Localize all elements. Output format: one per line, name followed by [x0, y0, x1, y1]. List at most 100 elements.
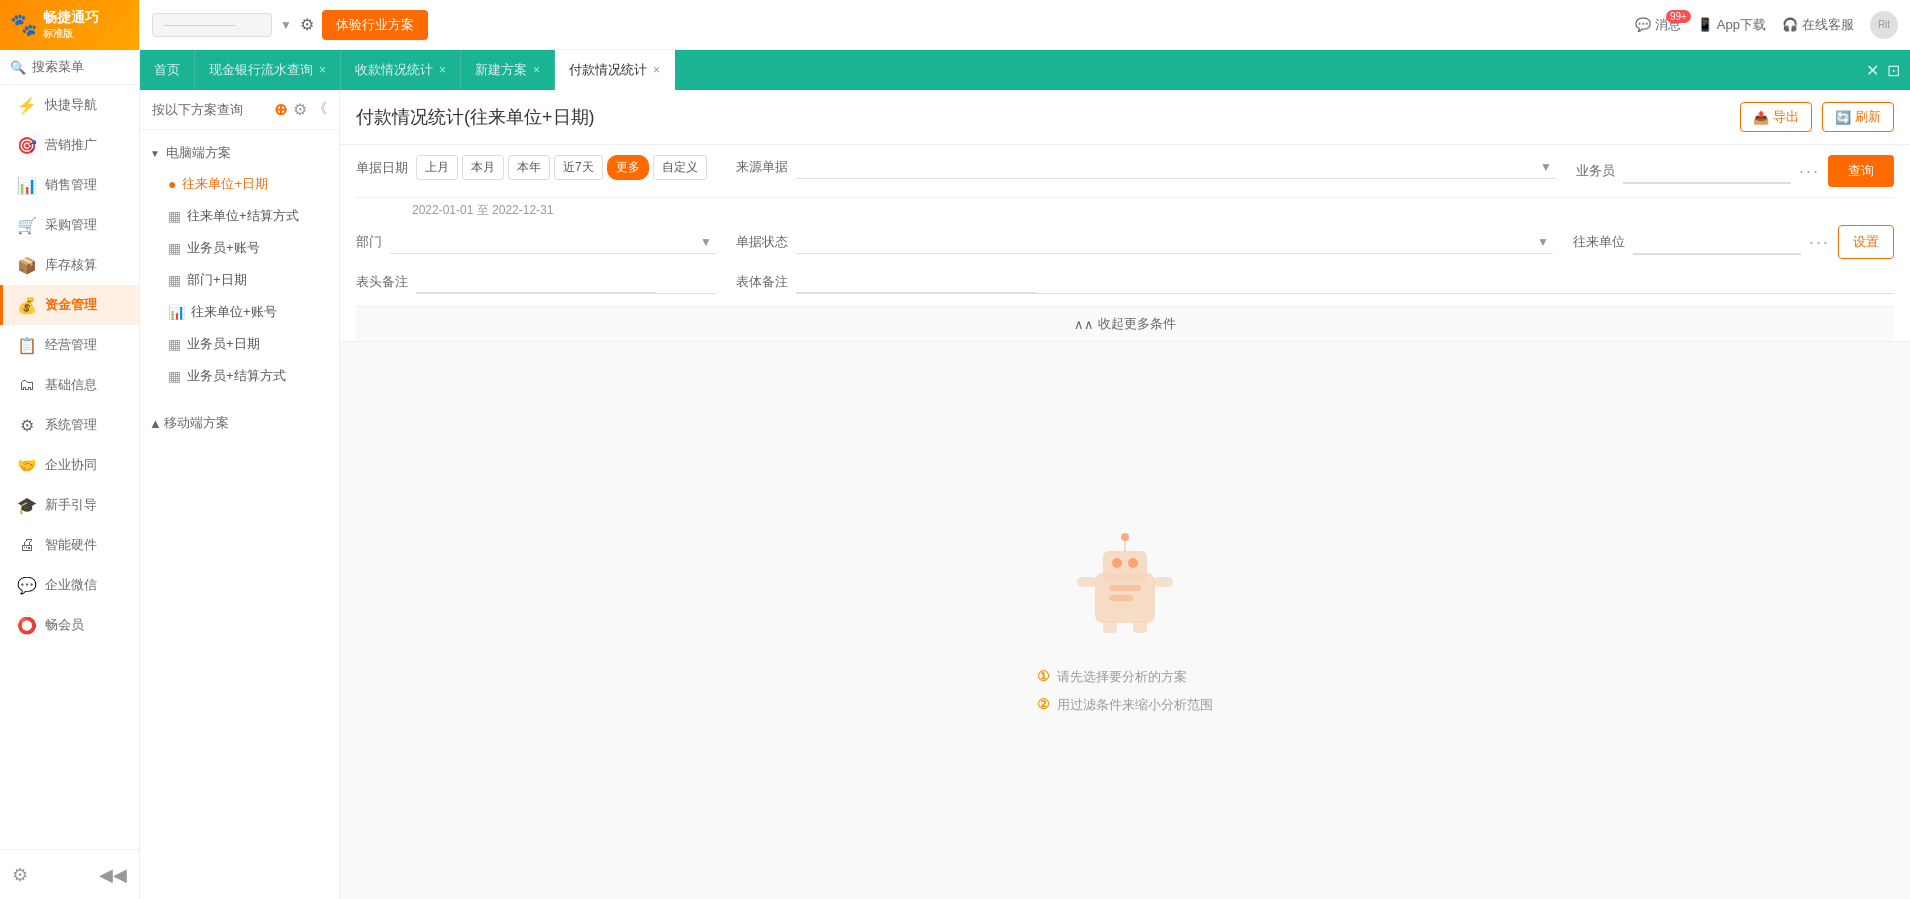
- tab-new-plan[interactable]: 新建方案 ×: [461, 50, 555, 90]
- export-label: 导出: [1773, 108, 1799, 126]
- app-name: 畅捷通巧: [43, 9, 99, 27]
- sidebar-label: 基础信息: [45, 376, 97, 394]
- step2-num: ②: [1037, 696, 1050, 712]
- expand-icon[interactable]: ⊡: [1887, 61, 1900, 80]
- plan-item-unit-date[interactable]: ● 往来单位+日期: [140, 168, 339, 200]
- robot-svg: [1065, 523, 1185, 643]
- panel-section-desktop-title[interactable]: ▼ 电脑端方案: [140, 138, 339, 168]
- marketing-icon: 🎯: [17, 135, 37, 155]
- collapse-more-btn[interactable]: ∧∧ 收起更多条件: [356, 306, 1894, 341]
- sales-icon: 📊: [17, 175, 37, 195]
- status-select-wrapper: ▼: [796, 230, 1553, 254]
- sidebar-item-guide[interactable]: 🎓 新手引导: [0, 485, 139, 525]
- sidebar-item-sales[interactable]: 📊 销售管理: [0, 165, 139, 205]
- sidebar-label: 企业协同: [45, 456, 97, 474]
- sidebar-label: 销售管理: [45, 176, 97, 194]
- plan-item-label: 往来单位+结算方式: [187, 207, 299, 225]
- plan-item-unit-account[interactable]: 📊 往来单位+账号: [140, 296, 339, 328]
- date-btn-more[interactable]: 更多: [607, 155, 649, 180]
- date-btn-custom[interactable]: 自定义: [653, 155, 707, 180]
- panel-section-mobile-title[interactable]: ▶ 移动端方案: [140, 408, 339, 438]
- sidebar-item-wechat[interactable]: 💬 企业微信: [0, 565, 139, 605]
- svg-rect-10: [1109, 585, 1141, 591]
- mobile-arrow-icon: ▶: [149, 419, 160, 427]
- sidebar-item-operations[interactable]: 📋 经营管理: [0, 325, 139, 365]
- tab-receipts-close[interactable]: ×: [439, 63, 446, 77]
- staff-more-icon[interactable]: ···: [1799, 161, 1820, 182]
- tab-bank[interactable]: 现金银行流水查询 ×: [195, 50, 341, 90]
- partner-more-icon[interactable]: ···: [1809, 232, 1830, 253]
- body-note-label: 表体备注: [736, 273, 788, 291]
- online-service-item[interactable]: 🎧 在线客服: [1782, 16, 1854, 34]
- date-btn-last-month[interactable]: 上月: [416, 155, 458, 180]
- status-select[interactable]: [796, 230, 1553, 253]
- messages-item[interactable]: 💬 消息 99+: [1635, 16, 1681, 34]
- sidebar-item-quick-nav[interactable]: ⚡ 快捷导航: [0, 85, 139, 125]
- query-button[interactable]: 查询: [1828, 155, 1894, 187]
- plan-item-unit-settlement[interactable]: ▦ 往来单位+结算方式: [140, 200, 339, 232]
- plan-item-staff-date[interactable]: ▦ 业务员+日期: [140, 328, 339, 360]
- add-plan-icon[interactable]: ⊕: [274, 100, 287, 119]
- sidebar-item-purchase[interactable]: 🛒 采购管理: [0, 205, 139, 245]
- partner-input[interactable]: [1633, 230, 1801, 254]
- tab-payment-close[interactable]: ×: [653, 63, 660, 77]
- refresh-icon: 🔄: [1835, 110, 1851, 125]
- sidebar-search[interactable]: 🔍 搜索菜单: [0, 50, 139, 85]
- industry-btn[interactable]: 体验行业方案: [322, 10, 428, 40]
- partner-filter-label: 往来单位: [1573, 233, 1625, 251]
- sidebar-logo: 🐾 畅捷通巧 标准版: [0, 0, 139, 50]
- app-version: 标准版: [43, 27, 99, 41]
- svg-point-3: [1128, 558, 1138, 568]
- close-all-icon[interactable]: ✕: [1866, 61, 1879, 80]
- tab-new-plan-close[interactable]: ×: [533, 63, 540, 77]
- sidebar: 🐾 畅捷通巧 标准版 🔍 搜索菜单 ⚡ 快捷导航 🎯 营销推广 📊 销售管理 🛒…: [0, 0, 140, 899]
- tab-receipts[interactable]: 收款情况统计 ×: [341, 50, 461, 90]
- step1-num: ①: [1037, 668, 1050, 684]
- source-select[interactable]: [796, 155, 1556, 178]
- collapse-panel-icon[interactable]: 《: [313, 100, 327, 119]
- tab-bank-close[interactable]: ×: [319, 63, 326, 77]
- step2-text: 用过滤条件来缩小分析范围: [1057, 697, 1213, 712]
- sidebar-item-basic[interactable]: 🗂 基础信息: [0, 365, 139, 405]
- refresh-button[interactable]: 🔄 刷新: [1822, 102, 1894, 132]
- plan-icon: ▦: [168, 240, 181, 256]
- tab-payment[interactable]: 付款情况统计 ×: [555, 50, 675, 90]
- sidebar-item-hardware[interactable]: 🖨 智能硬件: [0, 525, 139, 565]
- sidebar-item-capital[interactable]: 💰 资金管理: [0, 285, 139, 325]
- sidebar-item-inventory[interactable]: 📦 库存核算: [0, 245, 139, 285]
- setting-button[interactable]: 设置: [1838, 225, 1894, 259]
- empty-text: ① 请先选择要分析的方案 ② 用过滤条件来缩小分析范围: [1037, 662, 1214, 718]
- svg-rect-9: [1153, 577, 1173, 587]
- sidebar-item-marketing[interactable]: 🎯 营销推广: [0, 125, 139, 165]
- settings-icon[interactable]: ⚙: [12, 864, 28, 886]
- collapse-sidebar-icon[interactable]: ◀◀: [99, 864, 127, 886]
- sidebar-item-member[interactable]: ⭕ 畅会员: [0, 605, 139, 645]
- topbar-gear-icon[interactable]: ⚙: [300, 15, 314, 34]
- header-note-wrapper: [416, 269, 716, 294]
- sidebar-item-cooperation[interactable]: 🤝 企业协同: [0, 445, 139, 485]
- settings-plan-icon[interactable]: ⚙: [293, 100, 307, 119]
- user-avatar[interactable]: Rit: [1870, 11, 1898, 39]
- plan-item-label: 业务员+日期: [187, 335, 260, 353]
- staff-input[interactable]: [1623, 159, 1791, 183]
- topbar-right: 💬 消息 99+ 📱 App下载 🎧 在线客服 Rit: [1635, 11, 1898, 39]
- sidebar-item-system[interactable]: ⚙ 系统管理: [0, 405, 139, 445]
- tabbar-actions: ✕ ⊡: [1856, 50, 1910, 90]
- dept-select[interactable]: [390, 230, 716, 253]
- body-note-input[interactable]: [796, 269, 1036, 293]
- plan-item-dept-date[interactable]: ▦ 部门+日期: [140, 264, 339, 296]
- date-btn-7days[interactable]: 近7天: [554, 155, 603, 180]
- dropdown-arrow-icon[interactable]: ▼: [280, 18, 292, 32]
- svg-rect-6: [1103, 621, 1117, 633]
- tab-new-plan-label: 新建方案: [475, 61, 527, 79]
- date-btn-this-month[interactable]: 本月: [462, 155, 504, 180]
- header-note-input[interactable]: [416, 269, 656, 293]
- headset-icon: 🎧: [1782, 17, 1798, 32]
- date-btn-this-year[interactable]: 本年: [508, 155, 550, 180]
- app-download-item[interactable]: 📱 App下载: [1697, 16, 1766, 34]
- export-button[interactable]: 📤 导出: [1740, 102, 1812, 132]
- tab-home[interactable]: 首页: [140, 50, 195, 90]
- plan-item-staff-account[interactable]: ▦ 业务员+账号: [140, 232, 339, 264]
- plan-item-staff-settlement[interactable]: ▦ 业务员+结算方式: [140, 360, 339, 392]
- sidebar-label: 采购管理: [45, 216, 97, 234]
